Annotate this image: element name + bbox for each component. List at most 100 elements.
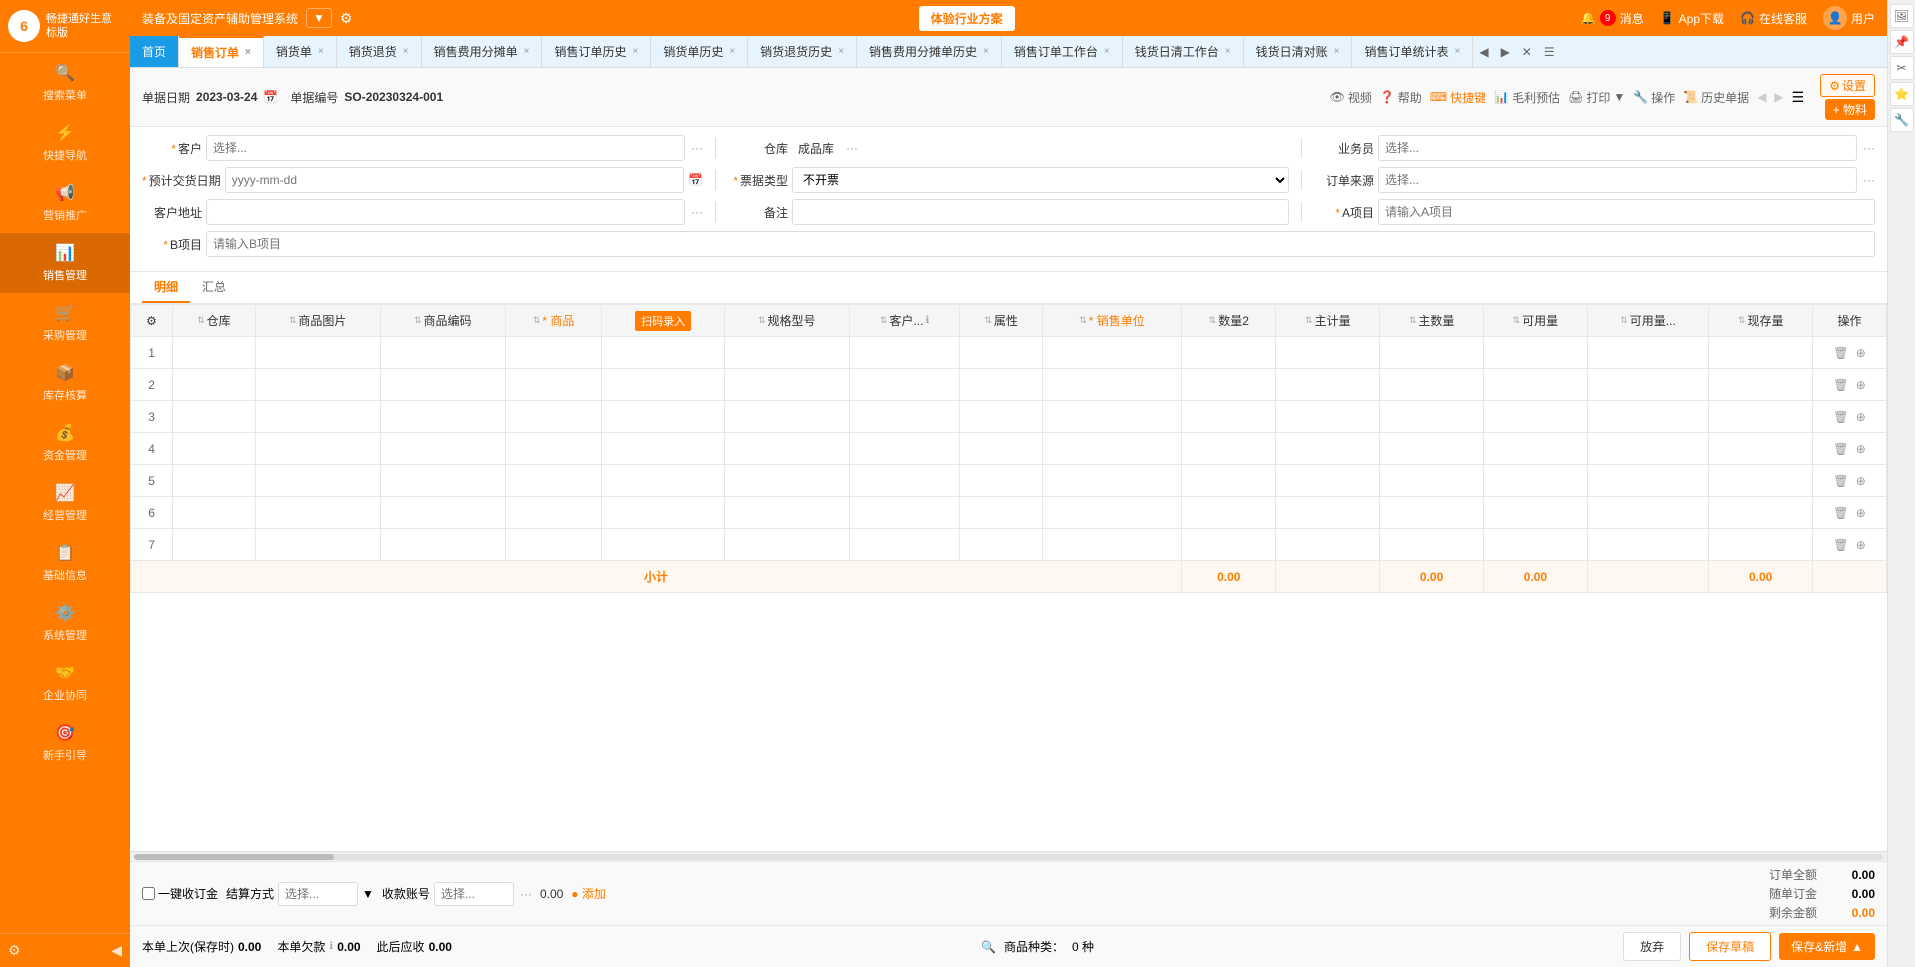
- row-main-unit[interactable]: [1276, 401, 1380, 433]
- topbar-settings-icon[interactable]: ⚙: [340, 10, 353, 27]
- row-image[interactable]: [255, 369, 380, 401]
- tab-钱货日清对账[interactable]: 钱货日清对账×: [1244, 36, 1353, 68]
- row-product[interactable]: [505, 369, 602, 401]
- th-product[interactable]: ⇅* 商品: [505, 305, 602, 337]
- row-action[interactable]: 🗑 ⊕: [1813, 465, 1887, 497]
- delete-icon[interactable]: 🗑: [1833, 346, 1848, 360]
- th-warehouse[interactable]: ⇅仓库: [173, 305, 256, 337]
- row-scan[interactable]: [602, 497, 724, 529]
- user-item[interactable]: 👤 用户: [1823, 6, 1875, 30]
- row-action[interactable]: 🗑 ⊕: [1813, 401, 1887, 433]
- delete-icon[interactable]: 🗑: [1833, 378, 1848, 392]
- row-stock[interactable]: [1709, 529, 1813, 561]
- row-available[interactable]: [1484, 497, 1588, 529]
- row-available[interactable]: [1484, 529, 1588, 561]
- row-image[interactable]: [255, 433, 380, 465]
- row-action[interactable]: 🗑 ⊕: [1813, 433, 1887, 465]
- tab-销售订单工作台[interactable]: 销售订单工作台×: [1002, 36, 1123, 68]
- th-customer-code[interactable]: ⇅客户...ℹ: [849, 305, 960, 337]
- profit-action[interactable]: 📊 毛利预估: [1494, 89, 1560, 106]
- th-main-unit[interactable]: ⇅主计量: [1276, 305, 1380, 337]
- row-spec[interactable]: [724, 401, 849, 433]
- row-code[interactable]: [380, 497, 505, 529]
- row-qty2[interactable]: [1182, 337, 1276, 369]
- add-material-button[interactable]: + 物料: [1825, 99, 1875, 120]
- row-scan[interactable]: [602, 337, 724, 369]
- customer-address-input[interactable]: [206, 199, 685, 225]
- row-code[interactable]: [380, 337, 505, 369]
- th-image[interactable]: ⇅商品图片: [255, 305, 380, 337]
- save-new-dropdown-icon[interactable]: ▲: [1851, 940, 1863, 954]
- copy-icon[interactable]: ⊕: [1856, 538, 1866, 552]
- history-action[interactable]: 📜 历史单据: [1683, 89, 1749, 106]
- row-available2[interactable]: [1587, 337, 1709, 369]
- th-available2[interactable]: ⇅可用量...: [1587, 305, 1709, 337]
- row-customer-code[interactable]: [849, 369, 960, 401]
- row-customer-code[interactable]: [849, 529, 960, 561]
- row-unit[interactable]: [1042, 465, 1181, 497]
- tab-close-icon[interactable]: ×: [1334, 46, 1340, 57]
- tab-销售订单[interactable]: 销售订单×: [179, 36, 264, 68]
- th-main-qty[interactable]: ⇅主数量: [1380, 305, 1484, 337]
- row-spec[interactable]: [724, 465, 849, 497]
- row-main-qty[interactable]: [1380, 497, 1484, 529]
- order-source-more-icon[interactable]: ···: [1863, 173, 1875, 187]
- row-customer-code[interactable]: [849, 465, 960, 497]
- sidebar-item-营销推广[interactable]: 📢营销推广: [0, 173, 130, 233]
- customer-input[interactable]: [206, 135, 685, 161]
- a-project-input[interactable]: [1378, 199, 1875, 225]
- tab-close-icon[interactable]: ×: [524, 46, 530, 57]
- address-more-icon[interactable]: ···: [691, 205, 703, 219]
- sidebar-item-销售管理[interactable]: 📊销售管理: [0, 233, 130, 293]
- delete-icon[interactable]: 🗑: [1833, 538, 1848, 552]
- row-main-qty[interactable]: [1380, 369, 1484, 401]
- row-available2[interactable]: [1587, 465, 1709, 497]
- row-image[interactable]: [255, 401, 380, 433]
- invoice-type-select[interactable]: 不开票: [792, 167, 1289, 193]
- sidebar-item-资金管理[interactable]: 💰资金管理: [0, 413, 130, 473]
- order-source-input[interactable]: [1378, 167, 1857, 193]
- tab-销货退货[interactable]: 销货退货×: [337, 36, 422, 68]
- row-attr[interactable]: [960, 401, 1043, 433]
- row-code[interactable]: [380, 369, 505, 401]
- row-main-qty[interactable]: [1380, 401, 1484, 433]
- one-click-checkbox-input[interactable]: [142, 887, 155, 900]
- tab-close-icon[interactable]: ×: [1104, 46, 1110, 57]
- row-product[interactable]: [505, 497, 602, 529]
- pagination-next[interactable]: ▶: [1774, 90, 1783, 104]
- row-code[interactable]: [380, 433, 505, 465]
- delivery-date-input[interactable]: [225, 167, 684, 193]
- th-spec[interactable]: ⇅规格型号: [724, 305, 849, 337]
- row-stock[interactable]: [1709, 465, 1813, 497]
- tab-close-icon[interactable]: ×: [245, 47, 251, 58]
- sidebar-item-库存核算[interactable]: 📦库存核算: [0, 353, 130, 413]
- row-attr[interactable]: [960, 337, 1043, 369]
- tabs-close-all[interactable]: ✕: [1516, 45, 1538, 59]
- row-action[interactable]: 🗑 ⊕: [1813, 529, 1887, 561]
- row-scan[interactable]: [602, 529, 724, 561]
- shortcut-action[interactable]: ⌨ 快捷键: [1430, 89, 1486, 106]
- row-available2[interactable]: [1587, 497, 1709, 529]
- row-main-qty[interactable]: [1380, 465, 1484, 497]
- online-support-item[interactable]: 🎧 在线客服: [1740, 10, 1807, 27]
- th-code[interactable]: ⇅商品编码: [380, 305, 505, 337]
- row-qty2[interactable]: [1182, 433, 1276, 465]
- row-main-qty[interactable]: [1380, 337, 1484, 369]
- th-qty2[interactable]: ⇅数量2: [1182, 305, 1276, 337]
- sidebar-item-经营管理[interactable]: 📈经营管理: [0, 473, 130, 533]
- row-image[interactable]: [255, 529, 380, 561]
- row-attr[interactable]: [960, 529, 1043, 561]
- th-stock[interactable]: ⇅现存量: [1709, 305, 1813, 337]
- th-unit[interactable]: ⇅* 销售单位: [1042, 305, 1181, 337]
- row-stock[interactable]: [1709, 401, 1813, 433]
- right-panel-icon-5[interactable]: 🔧: [1890, 108, 1914, 132]
- remarks-input[interactable]: [792, 199, 1289, 225]
- warehouse-more-icon[interactable]: ···: [846, 141, 858, 155]
- row-spec[interactable]: [724, 433, 849, 465]
- row-unit[interactable]: [1042, 337, 1181, 369]
- th-available[interactable]: ⇅可用量: [1484, 305, 1588, 337]
- sidebar-item-搜索菜单[interactable]: 🔍搜索菜单: [0, 53, 130, 113]
- row-unit[interactable]: [1042, 369, 1181, 401]
- view-toggle-icon[interactable]: ☰: [1792, 89, 1805, 106]
- row-unit[interactable]: [1042, 497, 1181, 529]
